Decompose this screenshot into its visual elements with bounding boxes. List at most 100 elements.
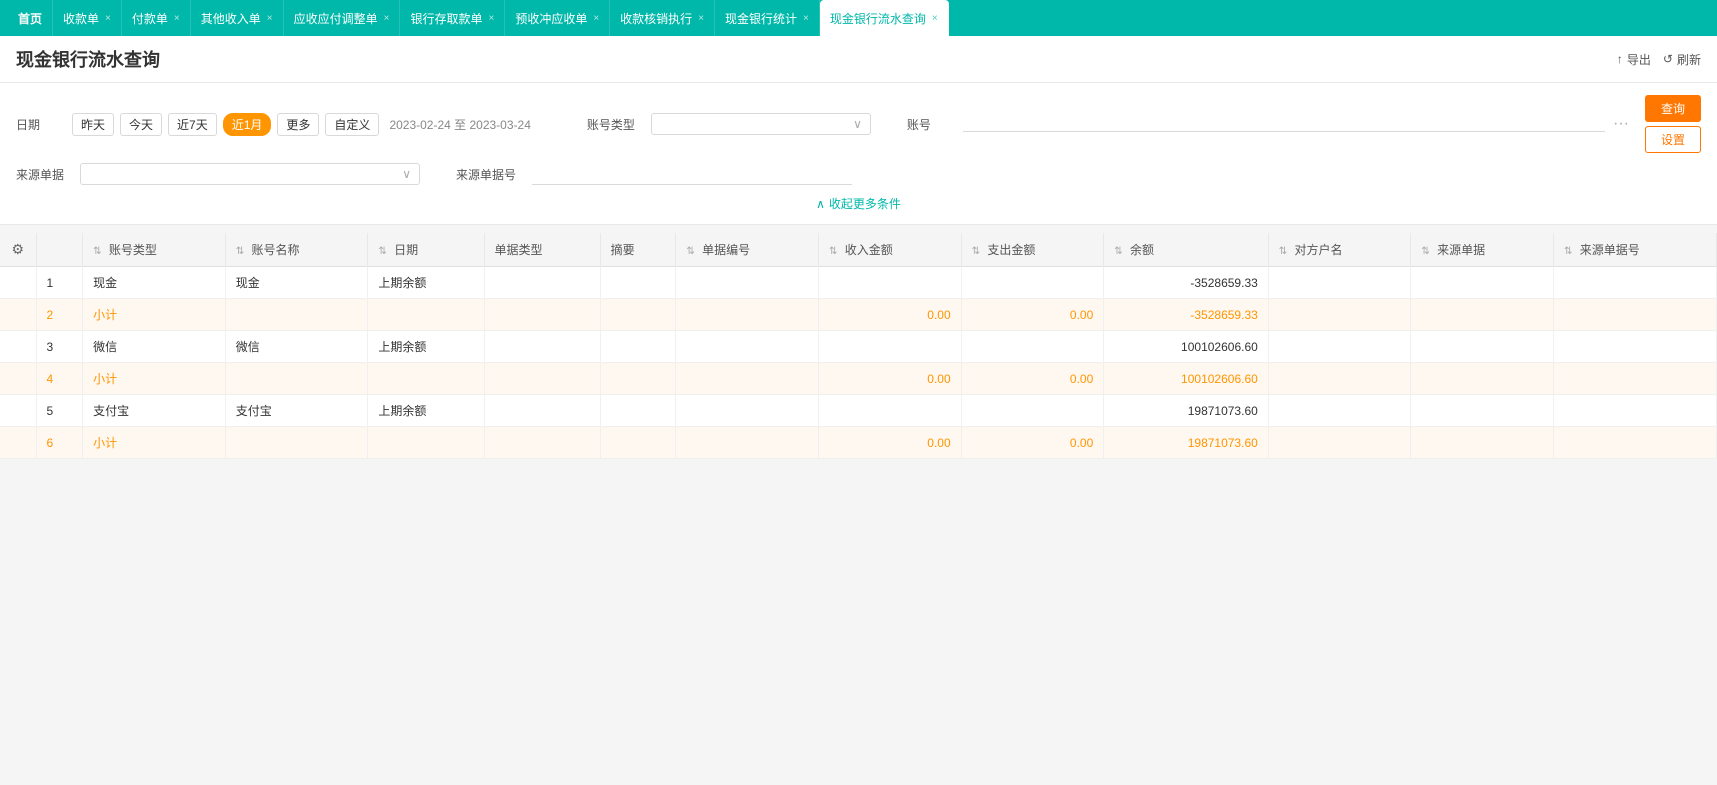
nav-tab-payments[interactable]: 付款单 ×	[122, 0, 191, 36]
table-cell	[600, 331, 676, 363]
close-icon[interactable]: ×	[803, 13, 809, 24]
source-doc-no-input[interactable]	[532, 164, 852, 185]
col-account-name[interactable]: ⇅ 账号名称	[225, 233, 368, 267]
nav-tab-bank-deposit[interactable]: 银行存取款单 ×	[400, 0, 505, 36]
table-row: 2小计0.000.00-3528659.33	[0, 299, 1717, 331]
table-cell	[676, 331, 819, 363]
table-cell	[1268, 363, 1411, 395]
col-counterpart[interactable]: ⇅ 对方户名	[1268, 233, 1411, 267]
table-cell	[1554, 267, 1717, 299]
nav-tab-home[interactable]: 首页	[8, 0, 53, 36]
col-doc-no[interactable]: ⇅ 单据编号	[676, 233, 819, 267]
table-cell	[676, 427, 819, 459]
collapse-bar[interactable]: ∧ 收起更多条件	[16, 195, 1701, 212]
table-cell: 1	[36, 267, 83, 299]
close-icon[interactable]: ×	[105, 13, 111, 24]
table-cell: 100102606.60	[1104, 363, 1269, 395]
date-btn-1month[interactable]: 近1月	[223, 113, 272, 136]
refresh-button[interactable]: ↺ 刷新	[1663, 51, 1701, 68]
table-cell: 0.00	[961, 427, 1104, 459]
nav-tab-receipts[interactable]: 收款单 ×	[53, 0, 122, 36]
filter-row-source: 来源单据 ∨ 来源单据号	[16, 163, 1701, 185]
table-cell	[225, 363, 368, 395]
table-cell	[0, 267, 36, 299]
nav-tab-ar-ap-adj[interactable]: 应收应付调整单 ×	[284, 0, 401, 36]
date-btn-today[interactable]: 今天	[120, 113, 162, 136]
table-cell	[1554, 331, 1717, 363]
table-cell	[0, 363, 36, 395]
table-cell: 小计	[83, 299, 226, 331]
query-button[interactable]: 查询	[1645, 95, 1701, 122]
col-source-doc-no[interactable]: ⇅ 来源单据号	[1554, 233, 1717, 267]
nav-tab-other-income[interactable]: 其他收入单 ×	[191, 0, 284, 36]
close-icon[interactable]: ×	[932, 13, 938, 24]
table-cell	[819, 331, 962, 363]
account-input[interactable]	[963, 117, 1605, 132]
date-btn-7days[interactable]: 近7天	[168, 113, 217, 136]
data-table: ⚙ ⇅ 账号类型 ⇅ 账号名称 ⇅ 日期 单据类型	[0, 233, 1717, 459]
more-dots-icon[interactable]: ···	[1613, 115, 1629, 133]
account-type-label: 账号类型	[587, 116, 635, 133]
table-cell: 19871073.60	[1104, 427, 1269, 459]
nav-tab-prepaid[interactable]: 预收冲应收单 ×	[505, 0, 610, 36]
nav-tab-verify[interactable]: 收款核销执行 ×	[610, 0, 715, 36]
table-cell: 微信	[83, 331, 226, 363]
date-btn-more[interactable]: 更多	[277, 113, 319, 136]
table-cell	[1411, 427, 1554, 459]
table-cell	[600, 267, 676, 299]
table-cell: 上期余额	[368, 395, 484, 427]
date-btn-custom[interactable]: 自定义	[325, 113, 379, 136]
table-cell: 小计	[83, 427, 226, 459]
account-type-select[interactable]: ∨	[651, 113, 871, 135]
table-cell	[600, 363, 676, 395]
col-source-doc[interactable]: ⇅ 来源单据	[1411, 233, 1554, 267]
table-cell	[676, 363, 819, 395]
table-cell: 2	[36, 299, 83, 331]
settings-button[interactable]: 设置	[1645, 126, 1701, 153]
date-range-display: 2023-02-24 至 2023-03-24	[389, 116, 530, 133]
col-num	[36, 233, 83, 267]
table-cell	[484, 395, 600, 427]
nav-tab-cash-stats[interactable]: 现金银行统计 ×	[715, 0, 820, 36]
col-account-type[interactable]: ⇅ 账号类型	[83, 233, 226, 267]
table-row: 6小计0.000.0019871073.60	[0, 427, 1717, 459]
table-cell: 3	[36, 331, 83, 363]
close-icon[interactable]: ×	[267, 13, 273, 24]
table-cell: 5	[36, 395, 83, 427]
table-cell	[1411, 267, 1554, 299]
export-button[interactable]: ↑ 导出	[1617, 51, 1651, 68]
table-cell: 19871073.60	[1104, 395, 1269, 427]
close-icon[interactable]: ×	[174, 13, 180, 24]
sort-arrows-icon: ⇅	[686, 246, 694, 257]
table-cell	[484, 299, 600, 331]
col-income[interactable]: ⇅ 收入金额	[819, 233, 962, 267]
table-cell: 小计	[83, 363, 226, 395]
table-cell	[1268, 331, 1411, 363]
top-navigation: 首页 收款单 × 付款单 × 其他收入单 × 应收应付调整单 × 银行存取款单 …	[0, 0, 1717, 36]
table-cell	[676, 395, 819, 427]
account-label: 账号	[907, 116, 947, 133]
account-type-value	[660, 117, 663, 131]
col-date[interactable]: ⇅ 日期	[368, 233, 484, 267]
close-icon[interactable]: ×	[488, 13, 494, 24]
col-expense[interactable]: ⇅ 支出金额	[961, 233, 1104, 267]
sort-arrows-icon: ⇅	[1421, 246, 1429, 257]
table-cell: 4	[36, 363, 83, 395]
table-cell: -3528659.33	[1104, 267, 1269, 299]
close-icon[interactable]: ×	[384, 13, 390, 24]
col-balance[interactable]: ⇅ 余额	[1104, 233, 1269, 267]
table-cell	[1554, 395, 1717, 427]
sort-arrows-icon: ⇅	[236, 246, 244, 257]
source-doc-select[interactable]: ∨	[80, 163, 420, 185]
sort-arrows-icon: ⇅	[1279, 246, 1287, 257]
table-cell	[1554, 363, 1717, 395]
close-icon[interactable]: ×	[698, 13, 704, 24]
sort-arrows-icon: ⇅	[1114, 246, 1122, 257]
close-icon[interactable]: ×	[593, 13, 599, 24]
source-doc-label: 来源单据	[16, 166, 64, 183]
table-cell	[484, 363, 600, 395]
nav-tab-cash-flow[interactable]: 现金银行流水查询 ×	[820, 0, 949, 36]
table-settings-icon[interactable]: ⚙	[11, 241, 24, 257]
date-btn-yesterday[interactable]: 昨天	[72, 113, 114, 136]
table-cell	[1411, 363, 1554, 395]
